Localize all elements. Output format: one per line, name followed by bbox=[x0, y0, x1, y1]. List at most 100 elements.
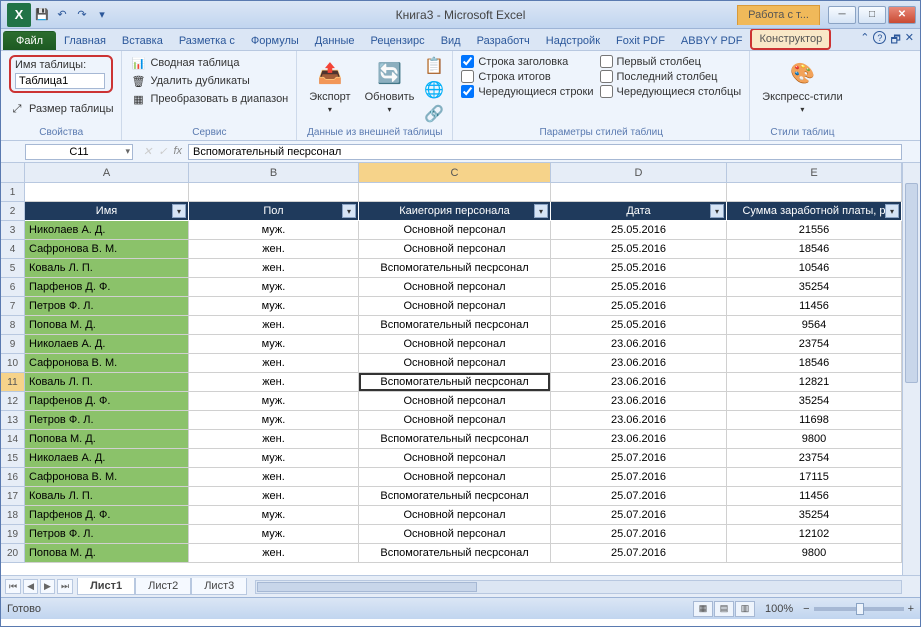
vertical-scrollbar[interactable] bbox=[902, 163, 920, 575]
next-sheet-icon[interactable]: ▶ bbox=[40, 579, 55, 594]
row-header-16[interactable]: 16 bbox=[1, 468, 25, 487]
tab-developer[interactable]: Разработч bbox=[469, 31, 538, 50]
tab-layout[interactable]: Разметка с bbox=[171, 31, 243, 50]
table-cell[interactable]: 11698 bbox=[727, 411, 902, 430]
table-cell[interactable]: Основной персонал bbox=[359, 240, 551, 259]
table-cell[interactable]: Коваль Л. П. bbox=[25, 487, 189, 506]
sheet-tab-1[interactable]: Лист1 bbox=[77, 578, 135, 595]
table-cell[interactable]: Основной персонал bbox=[359, 354, 551, 373]
normal-view-icon[interactable]: ▦ bbox=[693, 601, 713, 617]
table-cell[interactable]: Сафронова В. М. bbox=[25, 354, 189, 373]
row-header-20[interactable]: 20 bbox=[1, 544, 25, 563]
tab-insert[interactable]: Вставка bbox=[114, 31, 171, 50]
unlink-icon[interactable]: 🔗 bbox=[424, 104, 444, 124]
table-cell[interactable]: 17115 bbox=[727, 468, 902, 487]
table-cell[interactable]: муж. bbox=[189, 221, 359, 240]
prev-sheet-icon[interactable]: ◀ bbox=[23, 579, 38, 594]
filter-dropdown-icon[interactable]: ▾ bbox=[534, 204, 548, 218]
tab-view[interactable]: Вид bbox=[433, 31, 469, 50]
tab-foxit[interactable]: Foxit PDF bbox=[608, 31, 673, 50]
table-cell[interactable]: 23.06.2016 bbox=[551, 354, 727, 373]
row-header-6[interactable]: 6 bbox=[1, 278, 25, 297]
table-cell[interactable]: 11456 bbox=[727, 487, 902, 506]
table-cell[interactable]: 25.05.2016 bbox=[551, 240, 727, 259]
cell[interactable] bbox=[551, 183, 727, 202]
total-row-check[interactable]: Строка итогов bbox=[461, 70, 593, 83]
table-cell[interactable]: 25.07.2016 bbox=[551, 525, 727, 544]
table-cell[interactable]: Вспомогательный песрсонал bbox=[359, 373, 551, 392]
row-header-4[interactable]: 4 bbox=[1, 240, 25, 259]
row-header-8[interactable]: 8 bbox=[1, 316, 25, 335]
table-header[interactable]: Пол▾ bbox=[189, 202, 359, 221]
convert-range-button[interactable]: ▦Преобразовать в диапазон bbox=[130, 91, 288, 107]
table-cell[interactable]: муж. bbox=[189, 506, 359, 525]
table-cell[interactable]: 23.06.2016 bbox=[551, 373, 727, 392]
cancel-formula-icon[interactable]: ✕ bbox=[143, 145, 152, 158]
col-header-B[interactable]: B bbox=[189, 163, 359, 183]
table-cell[interactable]: 12102 bbox=[727, 525, 902, 544]
zoom-slider[interactable] bbox=[814, 607, 904, 611]
table-cell[interactable]: жен. bbox=[189, 373, 359, 392]
remove-duplicates-button[interactable]: 🗑Удалить дубликаты bbox=[130, 73, 288, 89]
tab-home[interactable]: Главная bbox=[56, 31, 114, 50]
table-cell[interactable]: Основной персонал bbox=[359, 335, 551, 354]
table-cell[interactable]: Вспомогательный песрсонал bbox=[359, 316, 551, 335]
table-cell[interactable]: Сафронова В. М. bbox=[25, 240, 189, 259]
table-cell[interactable]: 23754 bbox=[727, 335, 902, 354]
tab-abbyy[interactable]: ABBYY PDF bbox=[673, 31, 751, 50]
table-cell[interactable]: Основной персонал bbox=[359, 449, 551, 468]
table-cell[interactable]: 35254 bbox=[727, 506, 902, 525]
row-header-12[interactable]: 12 bbox=[1, 392, 25, 411]
zoom-out-icon[interactable]: − bbox=[803, 603, 809, 615]
banded-rows-check[interactable]: Чередующиеся строки bbox=[461, 85, 593, 98]
table-cell[interactable]: жен. bbox=[189, 468, 359, 487]
col-header-D[interactable]: D bbox=[551, 163, 727, 183]
horizontal-scrollbar[interactable] bbox=[255, 580, 902, 594]
table-cell[interactable]: Николаев А. Д. bbox=[25, 449, 189, 468]
col-header-E[interactable]: E bbox=[727, 163, 902, 183]
tab-file[interactable]: Файл bbox=[3, 31, 56, 50]
table-cell[interactable]: 11456 bbox=[727, 297, 902, 316]
table-cell[interactable]: 21556 bbox=[727, 221, 902, 240]
table-cell[interactable]: жен. bbox=[189, 430, 359, 449]
table-cell[interactable]: жен. bbox=[189, 354, 359, 373]
export-button[interactable]: 📤Экспорт▾ bbox=[305, 55, 354, 125]
table-cell[interactable]: муж. bbox=[189, 525, 359, 544]
banded-cols-check[interactable]: Чередующиеся столбцы bbox=[600, 85, 742, 98]
table-cell[interactable]: муж. bbox=[189, 449, 359, 468]
table-cell[interactable]: Основной персонал bbox=[359, 221, 551, 240]
table-cell[interactable]: Основной персонал bbox=[359, 297, 551, 316]
table-cell[interactable]: 35254 bbox=[727, 392, 902, 411]
page-layout-icon[interactable]: ▤ bbox=[714, 601, 734, 617]
table-cell[interactable]: Сафронова В. М. bbox=[25, 468, 189, 487]
fx-icon[interactable]: fx bbox=[173, 145, 182, 158]
table-cell[interactable]: 9800 bbox=[727, 430, 902, 449]
doc-close-icon[interactable]: ✕ bbox=[905, 31, 914, 50]
row-header-14[interactable]: 14 bbox=[1, 430, 25, 449]
table-cell[interactable]: Основной персонал bbox=[359, 525, 551, 544]
table-cell[interactable]: жен. bbox=[189, 240, 359, 259]
enter-formula-icon[interactable]: ✓ bbox=[158, 145, 167, 158]
table-cell[interactable]: 35254 bbox=[727, 278, 902, 297]
table-cell[interactable]: жен. bbox=[189, 544, 359, 563]
table-header[interactable]: Дата▾ bbox=[551, 202, 727, 221]
last-col-check[interactable]: Последний столбец bbox=[600, 70, 742, 83]
filter-dropdown-icon[interactable]: ▾ bbox=[710, 204, 724, 218]
table-cell[interactable]: 25.07.2016 bbox=[551, 487, 727, 506]
header-row-check[interactable]: Строка заголовка bbox=[461, 55, 593, 68]
maximize-button[interactable]: □ bbox=[858, 6, 886, 24]
table-cell[interactable]: 25.05.2016 bbox=[551, 316, 727, 335]
minimize-button[interactable]: ─ bbox=[828, 6, 856, 24]
row-header-18[interactable]: 18 bbox=[1, 506, 25, 525]
table-cell[interactable]: 23.06.2016 bbox=[551, 392, 727, 411]
table-cell[interactable]: Вспомогательный песрсонал bbox=[359, 430, 551, 449]
table-cell[interactable]: жен. bbox=[189, 487, 359, 506]
table-cell[interactable]: 25.07.2016 bbox=[551, 544, 727, 563]
row-header-1[interactable]: 1 bbox=[1, 183, 25, 202]
col-header-C[interactable]: C bbox=[359, 163, 551, 183]
close-button[interactable]: ✕ bbox=[888, 6, 916, 24]
pivot-button[interactable]: 📊Сводная таблица bbox=[130, 55, 288, 71]
table-cell[interactable]: Николаев А. Д. bbox=[25, 335, 189, 354]
table-cell[interactable]: муж. bbox=[189, 278, 359, 297]
table-cell[interactable]: Попова М. Д. bbox=[25, 544, 189, 563]
